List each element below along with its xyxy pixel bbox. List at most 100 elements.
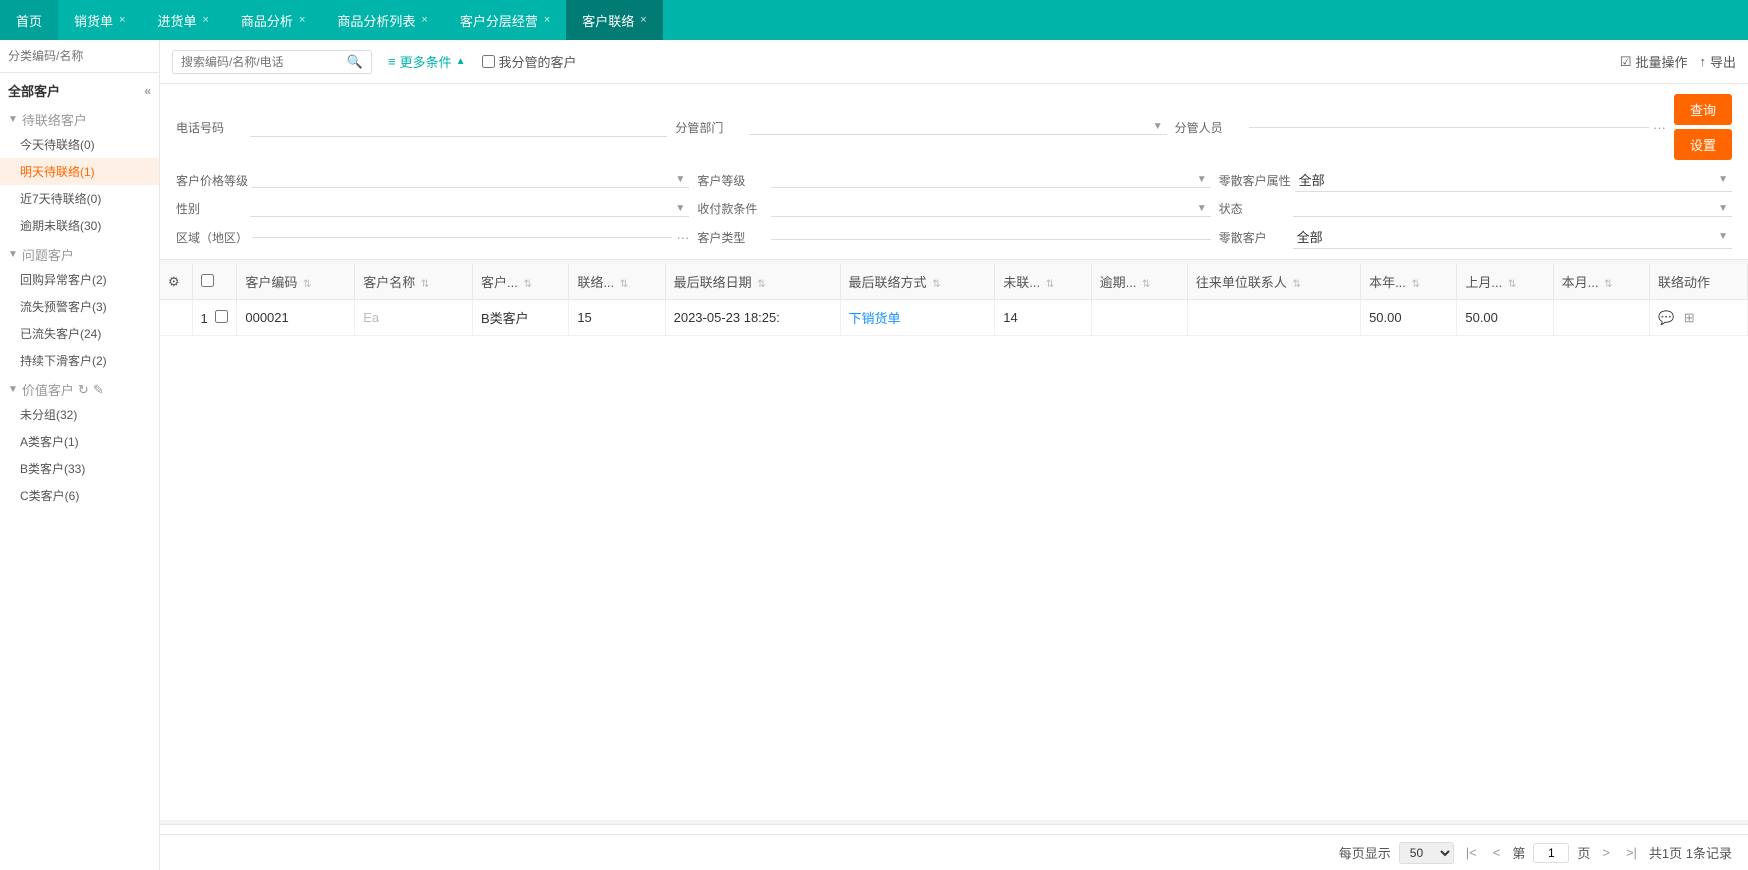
filter-gender: 性别 ▼ <box>176 200 689 217</box>
nav-sales-order[interactable]: 销货单 × <box>58 0 141 40</box>
col-last-contact-date: 最后联络日期 ⇅ <box>665 264 840 300</box>
my-customers-checkbox-label[interactable]: 我分管的客户 <box>482 52 577 71</box>
nav-close-customer-contact[interactable]: × <box>640 14 646 26</box>
footer: 每页显示 50 100 200 |< < 第 页 > >| 共1页 1条记录 <box>160 834 1748 870</box>
horizontal-scrollbar[interactable] <box>160 824 1748 834</box>
nav-product-analysis-list[interactable]: 商品分析列表 × <box>321 0 443 40</box>
nav-customer-segmentation[interactable]: 客户分层经营 × <box>444 0 566 40</box>
row-action-icon2[interactable]: ⊞ <box>1684 310 1695 325</box>
status-select[interactable]: ▼ <box>1293 201 1732 217</box>
nav-product-analysis[interactable]: 商品分析 × <box>225 0 321 40</box>
sidebar-item-class-a[interactable]: A类客户(1) <box>0 428 159 455</box>
content-area: 🔍 ≡ 更多条件 ▲ 我分管的客户 ☑ 批量操作 ↑ 导出 <box>160 40 1748 870</box>
my-customers-checkbox[interactable] <box>482 55 495 68</box>
table-settings-icon[interactable]: ⚙ <box>168 274 180 289</box>
sort-code-icon[interactable]: ⇅ <box>303 279 311 290</box>
sidebar-collapse-btn[interactable]: « <box>144 84 151 98</box>
retail-attr-select[interactable]: 全部 ▼ <box>1295 168 1732 192</box>
sidebar-item-lost-customers[interactable]: 已流失客户(24) <box>0 320 159 347</box>
nav-close-product-analysis[interactable]: × <box>299 14 305 26</box>
sort-contact-person-icon[interactable]: ⇅ <box>1293 279 1301 290</box>
export-icon: ↑ <box>1699 54 1706 69</box>
search-box[interactable]: 🔍 <box>172 50 372 74</box>
next-page-btn[interactable]: > <box>1598 843 1614 862</box>
row-last-contact-link[interactable]: 下销货单 <box>849 311 901 326</box>
per-page-select[interactable]: 50 100 200 <box>1399 842 1454 864</box>
page-number-input[interactable] <box>1533 843 1569 863</box>
nav-close-sales-order[interactable]: × <box>119 14 125 26</box>
sidebar-item-ungrouped[interactable]: 未分组(32) <box>0 401 159 428</box>
select-all-checkbox[interactable] <box>201 274 214 287</box>
value-group-refresh[interactable]: ↻ <box>78 382 89 398</box>
customer-level-select[interactable]: ▼ <box>771 172 1210 188</box>
sort-this-month-icon[interactable]: ⇅ <box>1604 279 1612 290</box>
nav-close-customer-segmentation[interactable]: × <box>544 14 550 26</box>
filter-customer-type: 客户类型 <box>697 229 1210 246</box>
sort-last-month-icon[interactable]: ⇅ <box>1508 279 1516 290</box>
sort-contacts-icon[interactable]: ⇅ <box>620 279 628 290</box>
sort-this-year-icon[interactable]: ⇅ <box>1412 279 1420 290</box>
sort-category-icon[interactable]: ⇅ <box>523 279 531 290</box>
col-overdue: 逾期... ⇅ <box>1091 264 1187 300</box>
customer-type-select[interactable] <box>771 235 1210 240</box>
toolbar: 🔍 ≡ 更多条件 ▲ 我分管的客户 ☑ 批量操作 ↑ 导出 <box>160 40 1748 84</box>
sidebar-item-today-pending[interactable]: 今天待联络(0) <box>0 131 159 158</box>
filter-panel: 电话号码 分管部门 ▼ 分管人员 ··· 查询 设置 <box>160 84 1748 260</box>
row-last-contact-type-cell: 下销货单 <box>840 300 995 336</box>
filter-retail-customer: 零散客户 全部 ▼ <box>1219 225 1732 249</box>
sidebar-item-tomorrow-pending[interactable]: 明天待联络(1) <box>0 158 159 185</box>
sort-last-date-icon[interactable]: ⇅ <box>757 279 765 290</box>
sidebar-search-area[interactable]: 🔍 <box>0 40 159 73</box>
sidebar-item-churn-warning[interactable]: 流失预警客户(3) <box>0 293 159 320</box>
retail-customer-select[interactable]: 全部 ▼ <box>1293 225 1732 249</box>
filter-status: 状态 ▼ <box>1219 200 1732 217</box>
top-navigation: 首页 销货单 × 进货单 × 商品分析 × 商品分析列表 × 客户分层经营 × … <box>0 0 1748 40</box>
row-action-cell: 💬 ⊞ <box>1649 300 1747 336</box>
nav-customer-contact[interactable]: 客户联络 × <box>566 0 662 40</box>
sidebar-search-input[interactable] <box>8 49 160 63</box>
nav-close-product-analysis-list[interactable]: × <box>421 14 427 26</box>
sidebar-item-declining-customers[interactable]: 持续下滑客户(2) <box>0 347 159 374</box>
nav-purchase-order[interactable]: 进货单 × <box>141 0 224 40</box>
gender-select[interactable]: ▼ <box>250 201 689 217</box>
sidebar-item-class-b[interactable]: B类客户(33) <box>0 455 159 482</box>
sidebar-item-class-c[interactable]: C类客户(6) <box>0 482 159 509</box>
filter-price-level: 客户价格等级 ▼ <box>176 172 689 189</box>
main-search-input[interactable] <box>181 55 347 69</box>
sort-last-type-icon[interactable]: ⇅ <box>932 279 940 290</box>
row-uncontacted-cell: 14 <box>995 300 1091 336</box>
customer-table-container: ⚙ 客户编码 ⇅ 客户名称 ⇅ <box>160 264 1748 820</box>
batch-op-icon: ☑ <box>1620 54 1632 70</box>
gender-chevron-icon: ▼ <box>675 203 685 214</box>
phone-input[interactable] <box>250 118 667 137</box>
last-page-btn[interactable]: >| <box>1622 843 1641 862</box>
row-overdue-cell <box>1091 300 1187 336</box>
payment-select[interactable]: ▼ <box>771 201 1210 217</box>
sort-overdue-icon[interactable]: ⇅ <box>1142 279 1150 290</box>
sidebar-item-repurchase-anomaly[interactable]: 回购异常客户(2) <box>0 266 159 293</box>
first-page-btn[interactable]: |< <box>1462 843 1481 862</box>
main-search-icon[interactable]: 🔍 <box>347 54 363 70</box>
nav-close-purchase-order[interactable]: × <box>202 14 208 26</box>
row-checkbox[interactable] <box>215 310 228 323</box>
price-level-select[interactable]: ▼ <box>252 172 689 188</box>
sidebar-item-7days-pending[interactable]: 近7天待联络(0) <box>0 185 159 212</box>
sort-name-icon[interactable]: ⇅ <box>421 279 429 290</box>
sidebar-item-overdue-pending[interactable]: 逾期未联络(30) <box>0 212 159 239</box>
more-filter-btn[interactable]: ≡ 更多条件 ▲ <box>380 48 474 75</box>
export-btn[interactable]: ↑ 导出 <box>1699 52 1736 71</box>
batch-op-btn[interactable]: ☑ 批量操作 <box>1620 52 1688 71</box>
sort-uncontacted-icon[interactable]: ⇅ <box>1046 279 1054 290</box>
value-group-edit[interactable]: ✎ <box>93 382 104 398</box>
person-more-btn[interactable]: ··· <box>1653 120 1666 135</box>
col-uncontacted: 未联... ⇅ <box>995 264 1091 300</box>
prev-page-btn[interactable]: < <box>1489 843 1505 862</box>
row-action-icon1[interactable]: 💬 <box>1658 310 1674 325</box>
area-more-btn[interactable]: ··· <box>676 230 689 245</box>
settings-btn[interactable]: 设置 <box>1674 129 1732 160</box>
filter-row-1: 电话号码 分管部门 ▼ 分管人员 ··· 查询 设置 <box>176 94 1732 160</box>
nav-home[interactable]: 首页 <box>0 0 58 40</box>
dept-select[interactable]: ▼ <box>749 119 1166 135</box>
row-name-cell: Ea <box>355 300 473 336</box>
query-btn[interactable]: 查询 <box>1674 94 1732 125</box>
